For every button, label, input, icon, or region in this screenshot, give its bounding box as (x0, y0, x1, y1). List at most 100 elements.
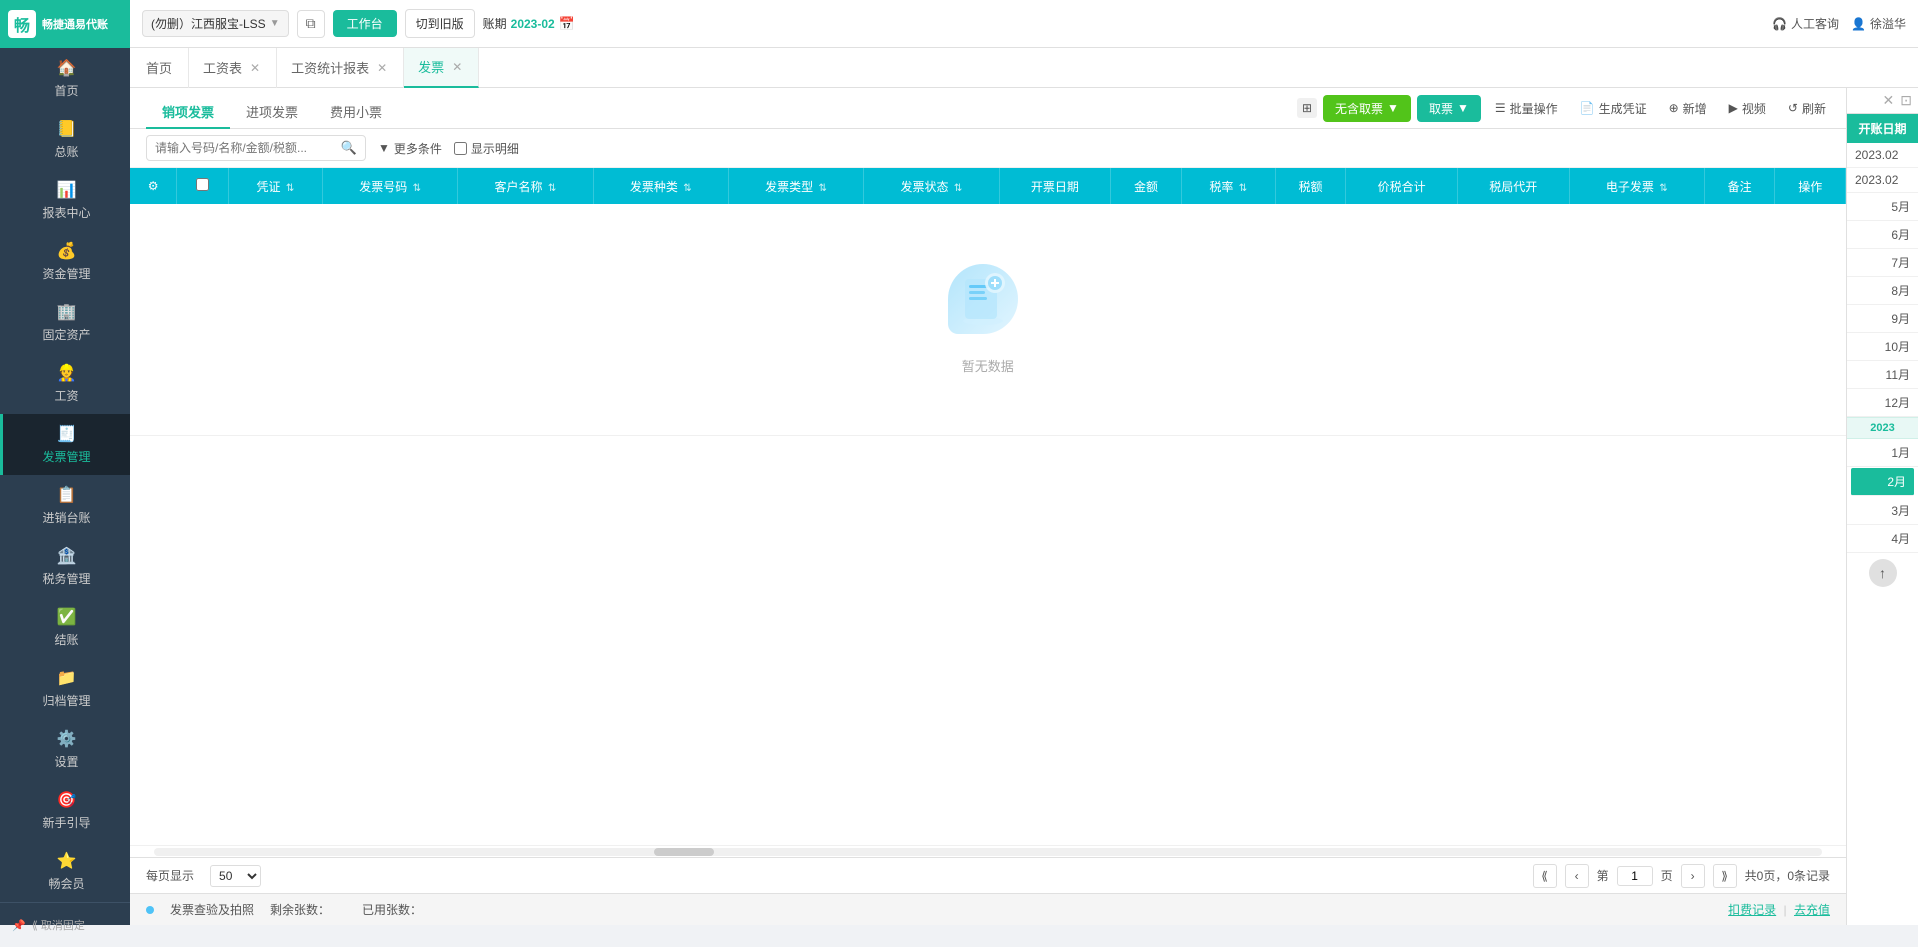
date-month-5[interactable]: 5月 (1847, 193, 1918, 221)
search-icon: 🔍 (341, 140, 357, 156)
old-version-button[interactable]: 切到旧版 (405, 9, 475, 38)
unpin-button[interactable]: 📌 ⟪ 取消固定 (8, 911, 122, 939)
date-month-8[interactable]: 8月 (1847, 277, 1918, 305)
panel-maximize-icon[interactable]: ⊡ (1900, 92, 1912, 109)
date-entry-0[interactable]: 2023.02 (1847, 143, 1918, 168)
date-entry-1[interactable]: 2023.02 (1847, 168, 1918, 193)
col-voucher-label: 凭证 (257, 180, 281, 194)
date-month-12[interactable]: 12月 (1847, 389, 1918, 417)
date-month-10[interactable]: 10月 (1847, 333, 1918, 361)
more-conditions-button[interactable]: ▼ 更多条件 (378, 140, 442, 157)
company-selector[interactable]: (勿删）江西服宝-LSS ▼ (142, 10, 289, 37)
month-label-7: 7月 (1891, 256, 1910, 270)
user-profile[interactable]: 👤 徐溢华 (1851, 15, 1906, 32)
grid-settings-icon[interactable]: ⊞ (1297, 98, 1317, 118)
tab-salary-stat[interactable]: 工资统计报表 ✕ (277, 48, 404, 88)
generate-voucher-label: 生成凭证 (1599, 100, 1647, 117)
last-page-button[interactable]: ⟫ (1713, 864, 1737, 888)
tab-invoice[interactable]: 发票 ✕ (404, 48, 479, 88)
col-tax-rate-label: 税率 (1209, 180, 1233, 194)
check-label: 发票查验及拍照 (170, 901, 254, 918)
used-label: 已用张数： (362, 901, 422, 918)
new-button[interactable]: ⊕ 新增 (1661, 95, 1715, 122)
sidebar-item-sales[interactable]: 📋 进销台账 (0, 475, 130, 536)
search-input[interactable] (155, 141, 335, 155)
subtab-expense-receipt[interactable]: 费用小票 (314, 96, 398, 129)
sidebar-item-assets[interactable]: 🏢 固定资产 (0, 292, 130, 353)
batch-op-button[interactable]: ☰ 批量操作 (1487, 95, 1566, 122)
sidebar-item-tax[interactable]: 🏦 税务管理 (0, 536, 130, 597)
workspace-button[interactable]: 工作台 (333, 10, 397, 37)
support-label: 人工客询 (1791, 15, 1839, 32)
refresh-button[interactable]: ↺ 刷新 (1780, 95, 1834, 122)
date-month-2-active[interactable]: 2月 (1851, 468, 1914, 496)
sidebar-item-guide[interactable]: 🎯 新手引导 (0, 780, 130, 841)
per-page-select[interactable]: 50 20 100 (210, 865, 261, 887)
table-header-row: ⚙ 凭证 ⇅ 发票号码 ⇅ 客户名称 ⇅ 发票种类 ⇅ 发票类型 ⇅ 发票状态 … (130, 168, 1846, 204)
table-wrap: ⚙ 凭证 ⇅ 发票号码 ⇅ 客户名称 ⇅ 发票种类 ⇅ 发票类型 ⇅ 发票状态 … (130, 168, 1846, 845)
support-button[interactable]: 🎧 人工客询 (1772, 15, 1839, 32)
col-settings[interactable]: ⚙ (130, 168, 177, 204)
sidebar-item-member[interactable]: ⭐ 畅会员 (0, 841, 130, 902)
sidebar-item-report[interactable]: 📊 报表中心 (0, 170, 130, 231)
sidebar-item-ledger[interactable]: 📒 总账 (0, 109, 130, 170)
date-month-3[interactable]: 3月 (1847, 497, 1918, 525)
sidebar-item-settings[interactable]: ⚙️ 设置 (0, 719, 130, 780)
unpin-label: ⟪ 取消固定 (32, 917, 85, 933)
empty-svg (953, 269, 1013, 329)
page-input[interactable] (1617, 866, 1653, 886)
col-tax-total-label: 价税合计 (1378, 180, 1426, 194)
subtab-purchase-invoice[interactable]: 进项发票 (230, 96, 314, 129)
subtab-sales-invoice[interactable]: 销项发票 (146, 96, 230, 129)
tab-close-salary-stat[interactable]: ✕ (375, 59, 389, 77)
sidebar-item-invoice[interactable]: 🧾 发票管理 (0, 414, 130, 475)
month-label-10: 10月 (1885, 340, 1910, 354)
first-page-button[interactable]: ⟪ (1533, 864, 1557, 888)
get-invoice-button[interactable]: 取票 ▼ (1417, 95, 1481, 122)
date-month-9[interactable]: 9月 (1847, 305, 1918, 333)
sidebar-item-label: 归档管理 (42, 692, 90, 709)
sidebar-item-salary[interactable]: 👷 工资 (0, 353, 130, 414)
sidebar-item-settle[interactable]: ✅ 结账 (0, 597, 130, 658)
tab-close-invoice[interactable]: ✕ (450, 58, 464, 76)
copy-button[interactable]: ⧉ (297, 10, 325, 38)
col-invoice-status: 发票状态 ⇅ (864, 168, 999, 204)
assets-icon: 🏢 (57, 302, 77, 322)
horizontal-scrollbar[interactable] (154, 848, 1822, 856)
date-month-11[interactable]: 11月 (1847, 361, 1918, 389)
scroll-up-btn[interactable]: ↑ (1869, 559, 1897, 587)
new-label: 新增 (1683, 100, 1707, 117)
sidebar-item-capital[interactable]: 💰 资金管理 (0, 231, 130, 292)
go-buy-link[interactable]: 去充值 (1794, 903, 1830, 917)
tab-home[interactable]: 首页 (130, 48, 189, 88)
tab-invoice-label: 发票 (418, 57, 444, 76)
sidebar-item-home[interactable]: 🏠 首页 (0, 48, 130, 109)
panel-close-icon[interactable]: ✕ (1883, 92, 1895, 109)
next-page-button[interactable]: › (1681, 864, 1705, 888)
report-icon: 📊 (57, 180, 77, 200)
chevron-down-icon: ▼ (270, 18, 280, 29)
video-label: 视频 (1742, 100, 1766, 117)
no-invoice-button[interactable]: 无含取票 ▼ (1323, 95, 1411, 122)
date-month-1[interactable]: 1月 (1847, 439, 1918, 467)
open-period-btn-panel[interactable]: 开账日期 (1847, 114, 1918, 143)
scrollbar-thumb[interactable] (654, 848, 714, 856)
date-month-7[interactable]: 7月 (1847, 249, 1918, 277)
col-checkbox[interactable] (177, 168, 229, 204)
select-all-checkbox[interactable] (196, 178, 209, 191)
show-detail-input[interactable] (454, 142, 467, 155)
topbar-right: 🎧 人工客询 👤 徐溢华 (1772, 15, 1906, 32)
member-icon: ⭐ (57, 851, 77, 871)
date-month-4[interactable]: 4月 (1847, 525, 1918, 553)
tab-salary-table[interactable]: 工资表 ✕ (189, 48, 277, 88)
month-label-4: 4月 (1891, 532, 1910, 546)
tab-close-salary-table[interactable]: ✕ (248, 59, 262, 77)
add-account-link[interactable]: 扣费记录 (1728, 903, 1776, 917)
sidebar-item-archive[interactable]: 📁 归档管理 (0, 658, 130, 719)
video-button[interactable]: ▶ 视频 (1721, 95, 1774, 122)
prev-page-button[interactable]: ‹ (1565, 864, 1589, 888)
show-detail-checkbox[interactable]: 显示明细 (454, 140, 519, 157)
generate-voucher-button[interactable]: 📄 生成凭证 (1572, 95, 1655, 122)
date-month-6[interactable]: 6月 (1847, 221, 1918, 249)
sort-icon5: ⇅ (819, 183, 827, 194)
